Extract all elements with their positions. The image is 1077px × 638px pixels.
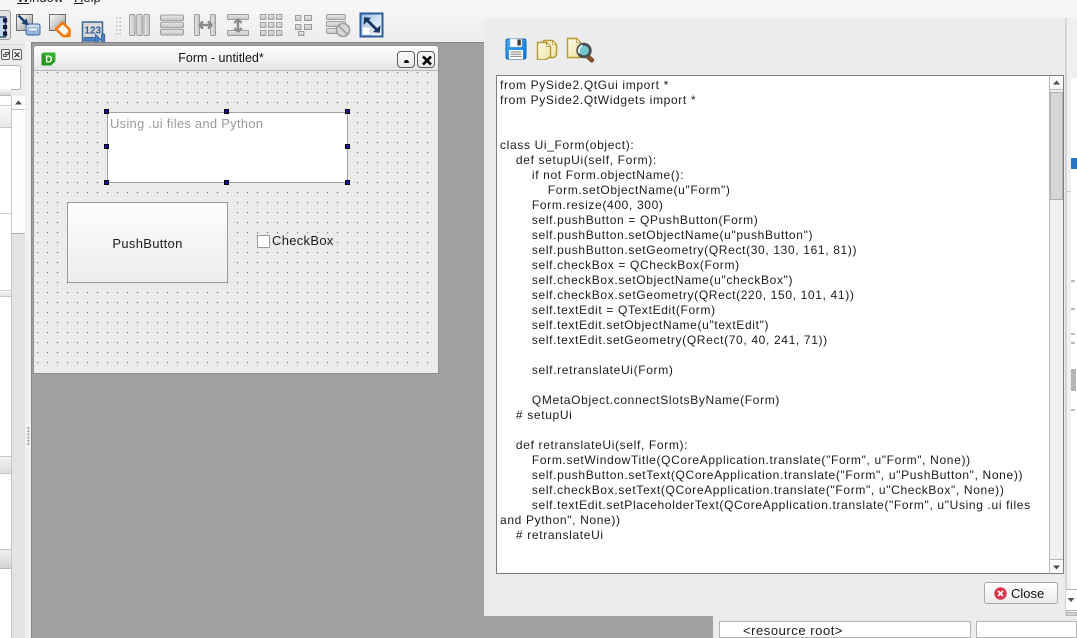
svg-text:123: 123 (84, 26, 101, 37)
